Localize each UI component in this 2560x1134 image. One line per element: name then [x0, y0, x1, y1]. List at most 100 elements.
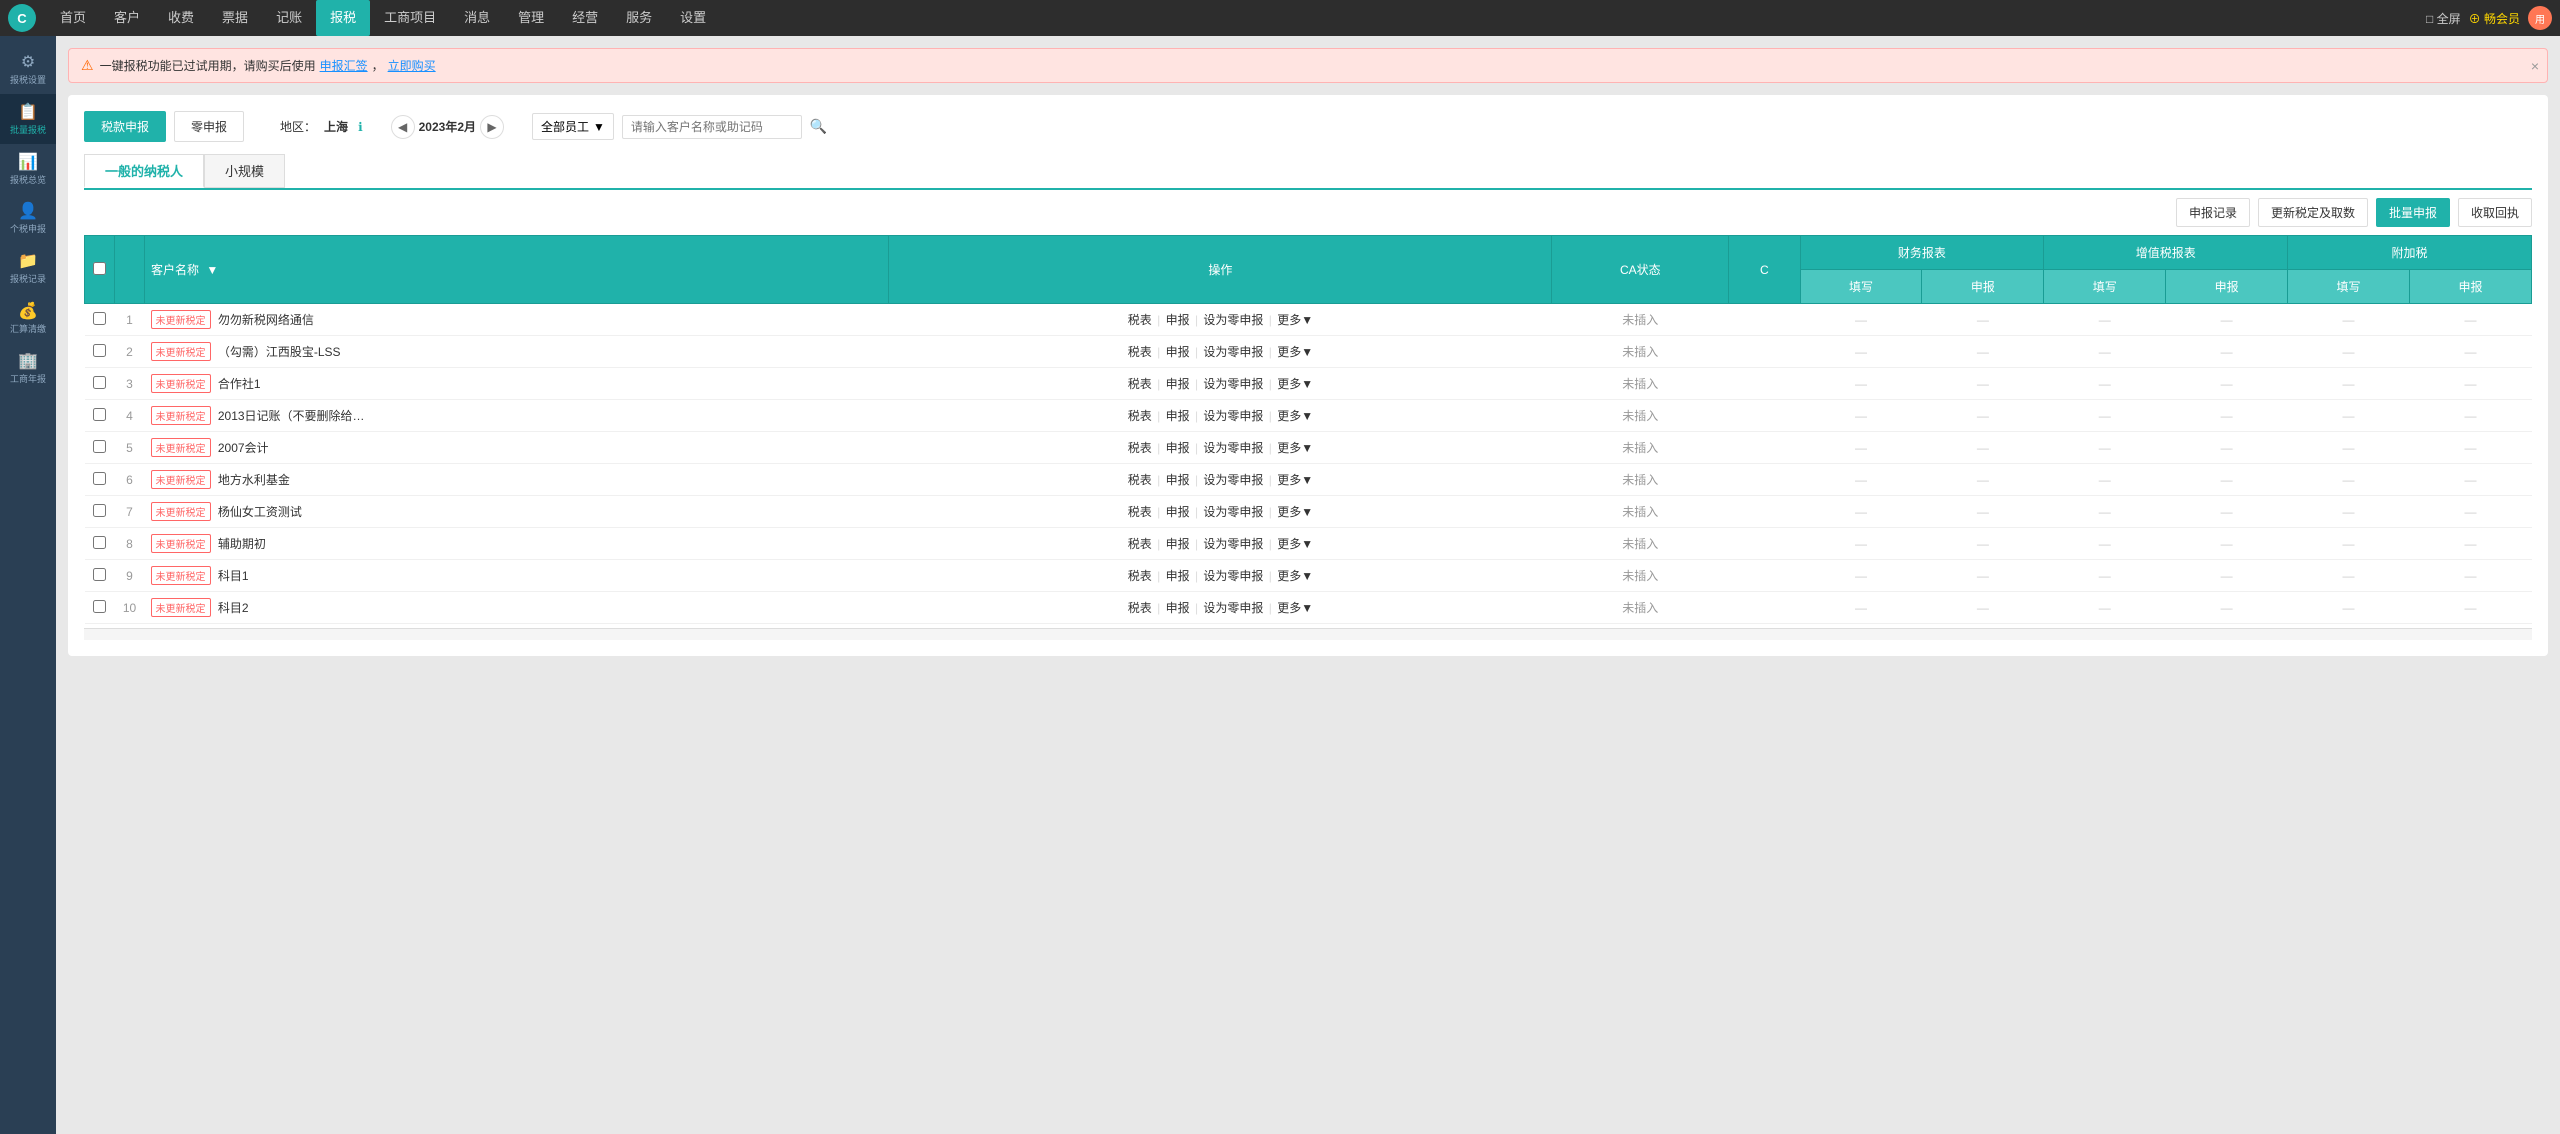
nav-bookkeeping[interactable]: 记账 [262, 0, 316, 36]
op-declare[interactable]: 申报 [1166, 441, 1190, 455]
sidebar-item-annual-report[interactable]: 🏢 工商年报 [0, 343, 56, 393]
sidebar-label-tax-overview: 报税总览 [10, 175, 46, 186]
op-zero-declare[interactable]: 设为零申报 [1203, 377, 1263, 391]
tab-tax-declaration[interactable]: 税款申报 [84, 111, 166, 142]
op-more[interactable]: 更多▼ [1277, 377, 1313, 391]
op-tax-table[interactable]: 税表 [1128, 601, 1152, 615]
nav-business[interactable]: 工商项目 [370, 0, 450, 36]
nav-operation[interactable]: 经营 [558, 0, 612, 36]
sidebar-item-personal-tax[interactable]: 👤 个税申报 [0, 193, 56, 243]
op-declare[interactable]: 申报 [1166, 505, 1190, 519]
row-checkbox-cell [85, 432, 115, 464]
op-more[interactable]: 更多▼ [1277, 473, 1313, 487]
op-more[interactable]: 更多▼ [1277, 601, 1313, 615]
sub-tab-small[interactable]: 小规模 [204, 154, 285, 188]
row-checkbox[interactable] [93, 344, 106, 357]
op-declare[interactable]: 申报 [1166, 409, 1190, 423]
nav-service[interactable]: 服务 [612, 0, 666, 36]
row-checkbox[interactable] [93, 600, 106, 613]
op-tax-table[interactable]: 税表 [1128, 441, 1152, 455]
sidebar-item-tax-record[interactable]: 📁 报税记录 [0, 243, 56, 293]
row-checkbox[interactable] [93, 312, 106, 325]
op-zero-declare[interactable]: 设为零申报 [1203, 473, 1263, 487]
sidebar-item-tax-overview[interactable]: 📊 报税总览 [0, 144, 56, 194]
logo-icon[interactable]: C [8, 4, 36, 32]
op-tax-table[interactable]: 税表 [1128, 473, 1152, 487]
update-tax-button[interactable]: 更新税定及取数 [2258, 198, 2368, 227]
avatar[interactable]: 用 [2528, 6, 2552, 30]
row-checkbox[interactable] [93, 472, 106, 485]
nav-manage[interactable]: 管理 [504, 0, 558, 36]
op-tax-table[interactable]: 税表 [1128, 569, 1152, 583]
annual-report-icon: 🏢 [18, 351, 38, 371]
search-input[interactable] [622, 115, 802, 139]
op-declare[interactable]: 申报 [1166, 313, 1190, 327]
period-prev-button[interactable]: ◀ [391, 115, 415, 139]
op-tax-table[interactable]: 税表 [1128, 313, 1152, 327]
fullscreen-button[interactable]: □ 全屏 [2426, 10, 2461, 27]
op-zero-declare[interactable]: 设为零申报 [1203, 537, 1263, 551]
info-icon[interactable]: ℹ [358, 120, 363, 134]
tab-zero-declaration[interactable]: 零申报 [174, 111, 244, 142]
op-declare[interactable]: 申报 [1166, 537, 1190, 551]
op-zero-declare[interactable]: 设为零申报 [1203, 409, 1263, 423]
op-declare[interactable]: 申报 [1166, 601, 1190, 615]
op-tax-table[interactable]: 税表 [1128, 537, 1152, 551]
notice-close-button[interactable]: × [2531, 58, 2539, 74]
row-checkbox[interactable] [93, 440, 106, 453]
op-zero-declare[interactable]: 设为零申报 [1203, 441, 1263, 455]
sidebar-item-annual-settle[interactable]: 💰 汇算清缴 [0, 293, 56, 343]
op-more[interactable]: 更多▼ [1277, 409, 1313, 423]
col-sort-icon[interactable]: ▼ [206, 263, 218, 277]
nav-customer[interactable]: 客户 [100, 0, 154, 36]
row-checkbox[interactable] [93, 408, 106, 421]
op-declare[interactable]: 申报 [1166, 345, 1190, 359]
declaration-record-button[interactable]: 申报记录 [2176, 198, 2250, 227]
op-declare[interactable]: 申报 [1166, 569, 1190, 583]
op-zero-declare[interactable]: 设为零申报 [1203, 345, 1263, 359]
row-checkbox[interactable] [93, 504, 106, 517]
sub-tab-general[interactable]: 一般的纳税人 [84, 154, 204, 188]
op-more[interactable]: 更多▼ [1277, 313, 1313, 327]
sidebar-item-tax-settings[interactable]: ⚙ 报税设置 [0, 44, 56, 94]
op-tax-table[interactable]: 税表 [1128, 345, 1152, 359]
select-all-checkbox[interactable] [93, 262, 106, 275]
notice-link-declaration[interactable]: 申报汇签 [320, 57, 368, 74]
op-declare[interactable]: 申报 [1166, 377, 1190, 391]
nav-invoice[interactable]: 票据 [208, 0, 262, 36]
vip-button[interactable]: ⊕ 畅会员 [2469, 10, 2520, 27]
op-zero-declare[interactable]: 设为零申报 [1203, 569, 1263, 583]
row-col-4: — [2288, 304, 2410, 336]
sidebar-item-batch-tax[interactable]: 📋 批量报税 [0, 94, 56, 144]
batch-declare-button[interactable]: 批量申报 [2376, 198, 2450, 227]
row-name: 未更新税定 科目2 [145, 592, 889, 624]
period-next-button[interactable]: ▶ [480, 115, 504, 139]
collect-receipt-button[interactable]: 收取回执 [2458, 198, 2532, 227]
op-zero-declare[interactable]: 设为零申报 [1203, 505, 1263, 519]
op-tax-table[interactable]: 税表 [1128, 409, 1152, 423]
staff-select[interactable]: 全部员工 ▼ [532, 113, 614, 140]
op-more[interactable]: 更多▼ [1277, 345, 1313, 359]
row-checkbox[interactable] [93, 536, 106, 549]
op-more[interactable]: 更多▼ [1277, 505, 1313, 519]
nav-tax[interactable]: 报税 [316, 0, 370, 36]
op-more[interactable]: 更多▼ [1277, 441, 1313, 455]
op-zero-declare[interactable]: 设为零申报 [1203, 313, 1263, 327]
row-name: 未更新税定 （勾需）江西股宝-LSS [145, 336, 889, 368]
row-checkbox[interactable] [93, 568, 106, 581]
op-more[interactable]: 更多▼ [1277, 569, 1313, 583]
op-tax-table[interactable]: 税表 [1128, 377, 1152, 391]
op-declare[interactable]: 申报 [1166, 473, 1190, 487]
scroll-bottom [84, 628, 2532, 640]
op-tax-table[interactable]: 税表 [1128, 505, 1152, 519]
op-more[interactable]: 更多▼ [1277, 537, 1313, 551]
nav-settings[interactable]: 设置 [666, 0, 720, 36]
op-zero-declare[interactable]: 设为零申报 [1203, 601, 1263, 615]
notice-link-buy[interactable]: 立即购买 [388, 57, 436, 74]
nav-message[interactable]: 消息 [450, 0, 504, 36]
search-button[interactable]: 🔍 [810, 118, 827, 135]
row-checkbox[interactable] [93, 376, 106, 389]
nav-fee[interactable]: 收费 [154, 0, 208, 36]
nav-home[interactable]: 首页 [46, 0, 100, 36]
sidebar-label-batch-tax: 批量报税 [10, 125, 46, 136]
